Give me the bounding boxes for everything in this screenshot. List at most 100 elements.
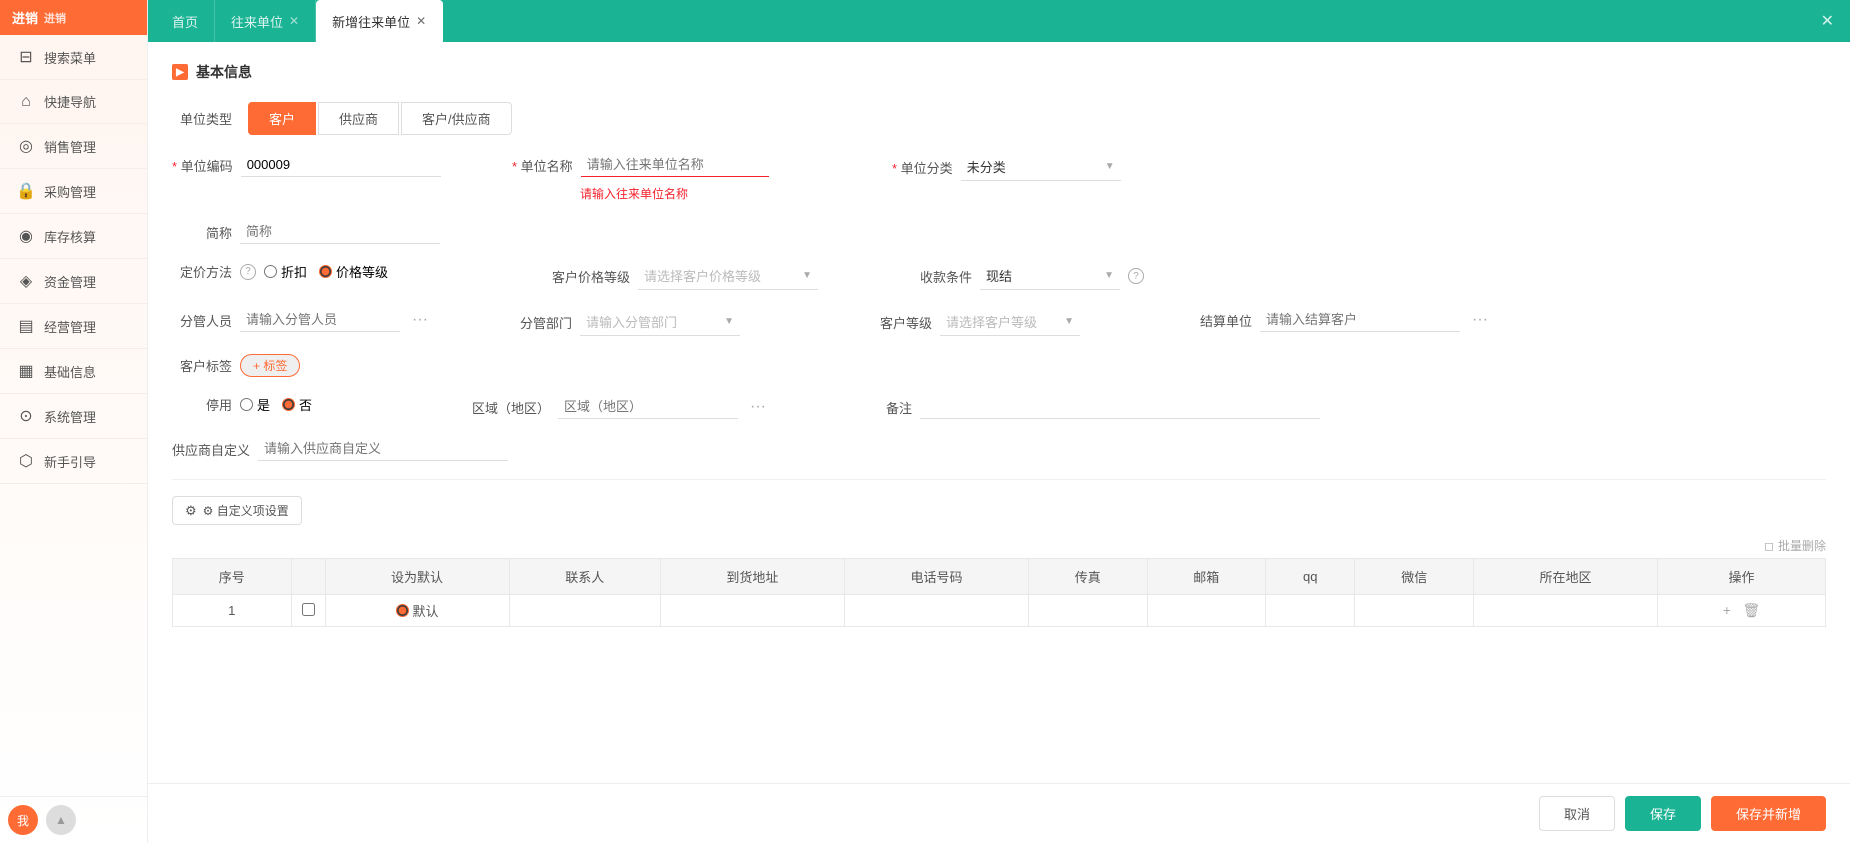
settlement-unit-label: 结算单位 [1192, 311, 1252, 330]
abbr-row: 简称 [172, 220, 1826, 244]
disabled-option-yes[interactable]: 是 [240, 395, 270, 414]
pricing-method-label: 定价方法 [172, 262, 232, 281]
settlement-unit-group: 结算单位 ··· [1192, 308, 1826, 332]
payment-terms-value: 现结 [986, 266, 1104, 285]
sidebar-item-finance[interactable]: ◈ 资金管理 [0, 259, 147, 304]
settlement-unit-input[interactable] [1260, 308, 1460, 332]
supplier-custom-input[interactable] [258, 437, 508, 461]
col-actions: 操作 [1658, 559, 1826, 595]
settings-gear-icon: ⚙ [185, 503, 197, 519]
remarks-input[interactable] [920, 395, 1320, 419]
pricing-help-icon[interactable]: ? [240, 264, 256, 280]
delete-row-btn[interactable]: 🗑 [1739, 602, 1765, 619]
batch-delete-icon: ◻ [1764, 539, 1774, 553]
col-default: 设为默认 [325, 559, 509, 595]
col-wechat: 微信 [1355, 559, 1474, 595]
customer-tag-group: 客户标签 + 标签 [172, 354, 1826, 377]
custom-settings-button[interactable]: ⚙ ⚙ 自定义项设置 [172, 496, 302, 525]
region-more-btn[interactable]: ··· [746, 398, 770, 416]
disabled-radio-yes[interactable] [240, 398, 253, 411]
sidebar-item-quick-nav[interactable]: ⌂ 快捷导航 [0, 80, 147, 124]
sidebar-item-purchase[interactable]: 🔒 采购管理 [0, 169, 147, 214]
region-input[interactable] [558, 395, 738, 419]
cell-wechat [1355, 595, 1474, 627]
abbr-label: 简称 [172, 223, 232, 242]
col-email: 邮箱 [1147, 559, 1266, 595]
customer-level-select[interactable]: 请选择客户等级 ▼ [940, 308, 1080, 336]
sidebar-item-system[interactable]: ⊙ 系统管理 [0, 394, 147, 439]
notification-icon[interactable]: ▲ [46, 805, 76, 835]
col-phone: 电话号码 [844, 559, 1028, 595]
basic-info-icon: ▦ [16, 361, 36, 381]
unit-type-group: 单位类型 客户 供应商 客户/供应商 [172, 102, 1826, 135]
batch-delete-btn[interactable]: 批量删除 [1778, 537, 1826, 554]
tab-partner-list[interactable]: 往来单位 ✕ [215, 0, 316, 42]
sidebar-item-sales[interactable]: ◎ 销售管理 [0, 124, 147, 169]
type-btn-both[interactable]: 客户/供应商 [401, 102, 512, 135]
tab-bar: 首页 往来单位 ✕ 新增往来单位 ✕ ✕ [148, 0, 1850, 42]
tab-add-partner-close[interactable]: ✕ [416, 14, 426, 28]
type-btn-supplier[interactable]: 供应商 [318, 102, 399, 135]
cancel-button[interactable]: 取消 [1539, 796, 1615, 831]
sidebar-item-search-menu[interactable]: ⊟ 搜索菜单 [0, 35, 147, 80]
tab-add-partner[interactable]: 新增往来单位 ✕ [316, 0, 443, 42]
payment-terms-help-icon[interactable]: ? [1128, 268, 1144, 284]
cell-address [660, 595, 844, 627]
department-arrow: ▼ [724, 316, 734, 327]
content-area: ▶ 基本信息 单位类型 客户 供应商 客户/供应商 单位编码 [148, 42, 1850, 783]
payment-terms-select[interactable]: 现结 ▼ [980, 262, 1120, 290]
department-select[interactable]: 请输入分管部门 ▼ [580, 308, 740, 336]
abbr-input[interactable] [240, 220, 440, 244]
pricing-option-level[interactable]: 价格等级 [319, 262, 388, 281]
unit-category-label: 单位分类 [892, 158, 953, 177]
sidebar-item-inventory[interactable]: ◉ 库存核算 [0, 214, 147, 259]
customer-level-label: 客户等级 [872, 313, 932, 332]
sidebar-item-new-guide[interactable]: ⬡ 新手引导 [0, 439, 147, 484]
pricing-option-discount[interactable]: 折扣 [264, 262, 307, 281]
sidebar-item-operations[interactable]: ▤ 经营管理 [0, 304, 147, 349]
save-and-new-button[interactable]: 保存并新增 [1711, 796, 1826, 831]
col-contact: 联系人 [509, 559, 660, 595]
tab-home[interactable]: 首页 [156, 0, 215, 42]
close-all-tabs[interactable]: ✕ [1813, 11, 1842, 31]
disabled-radio-no[interactable] [282, 398, 295, 411]
add-tag-button[interactable]: + 标签 [240, 354, 300, 377]
unit-type-label: 单位类型 [172, 109, 232, 128]
row-default-radio[interactable]: 默认 [336, 601, 499, 620]
pricing-radio-level[interactable] [319, 265, 332, 278]
unit-category-select[interactable]: 未分类 ▼ [961, 153, 1121, 181]
cell-qq [1266, 595, 1355, 627]
tab-partner-list-close[interactable]: ✕ [289, 14, 299, 28]
row-checkbox[interactable] [302, 603, 315, 616]
home-icon: ⌂ [16, 93, 36, 111]
sidebar-item-basic-info[interactable]: ▦ 基础信息 [0, 349, 147, 394]
col-no: 序号 [173, 559, 292, 595]
default-radio-input[interactable] [396, 604, 409, 617]
customer-price-level-placeholder: 请选择客户价格等级 [644, 266, 802, 285]
unit-code-group: 单位编码 [172, 153, 512, 177]
manager-more-btn[interactable]: ··· [408, 311, 432, 329]
customer-price-level-select[interactable]: 请选择客户价格等级 ▼ [638, 262, 818, 290]
disabled-option-no[interactable]: 否 [282, 395, 312, 414]
add-row-btn[interactable]: + [1719, 602, 1735, 618]
type-btn-customer[interactable]: 客户 [248, 102, 316, 135]
remarks-group: 备注 [852, 395, 1826, 419]
cell-check[interactable] [291, 595, 325, 627]
manager-input[interactable] [240, 308, 400, 332]
main-container: 首页 往来单位 ✕ 新增往来单位 ✕ ✕ ▶ 基本信息 单位类型 客户 供应商 [148, 0, 1850, 843]
supplier-custom-group: 供应商自定义 [172, 437, 1826, 461]
unit-name-input[interactable] [581, 153, 769, 177]
customer-price-level-group: 客户价格等级 请选择客户价格等级 ▼ [552, 262, 912, 290]
region-label: 区域（地区） [472, 398, 550, 417]
table-row: 1 默认 [173, 595, 1826, 627]
payment-terms-group: 收款条件 现结 ▼ ? [912, 262, 1292, 290]
unit-code-input[interactable] [241, 153, 441, 177]
settlement-unit-more-btn[interactable]: ··· [1468, 311, 1492, 329]
user-avatar[interactable]: 我 [8, 805, 38, 835]
cell-email [1147, 595, 1266, 627]
batch-delete-section: ◻ 批量删除 [172, 537, 1826, 554]
disabled-label: 停用 [172, 395, 232, 414]
pricing-radio-discount[interactable] [264, 265, 277, 278]
cell-phone [844, 595, 1028, 627]
save-button[interactable]: 保存 [1625, 796, 1701, 831]
